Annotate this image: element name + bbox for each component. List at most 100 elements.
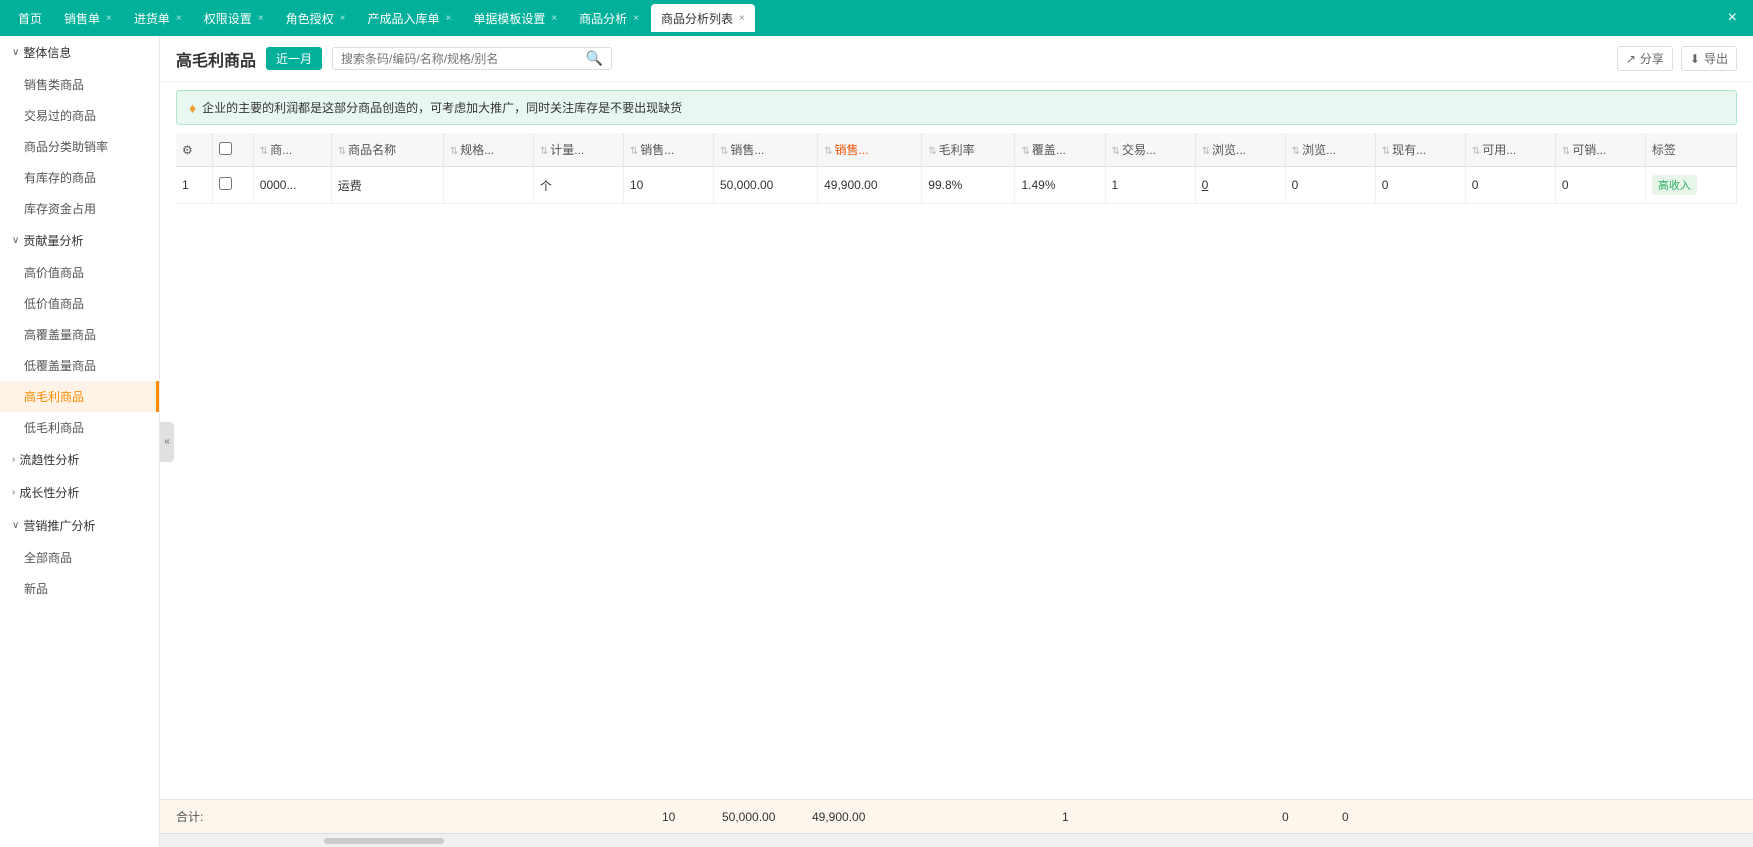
- select-all-checkbox[interactable]: [219, 142, 232, 155]
- top-navigation: 首页 销售单 × 进货单 × 权限设置 × 角色授权 × 产成品入库单 × 单据…: [0, 0, 1753, 36]
- page-title: 高毛利商品: [176, 47, 256, 71]
- nav-tab-home[interactable]: 首页: [8, 4, 52, 32]
- sidebar-item-traded-goods[interactable]: 交易过的商品: [0, 100, 159, 131]
- cell-tag: 高收入: [1645, 167, 1736, 204]
- cell-name: 运费: [331, 167, 443, 204]
- col-gross-margin[interactable]: ⇅毛利率: [922, 133, 1015, 167]
- sidebar-group-contribution[interactable]: ∨ 贡献量分析: [0, 224, 159, 257]
- sidebar-item-high-coverage[interactable]: 高覆盖量商品: [0, 319, 159, 350]
- tag-badge: 高收入: [1652, 175, 1697, 195]
- nav-tab-analytics-list[interactable]: 商品分析列表 ×: [651, 4, 755, 32]
- cell-checkbox[interactable]: [213, 167, 254, 204]
- info-banner-text: 企业的主要的利润都是这部分商品创造的，可考虑加大推广，同时关注库存是不要出现缺货: [202, 99, 682, 116]
- close-sales-tab[interactable]: ×: [106, 13, 112, 24]
- cell-sellable-stock: 0: [1555, 167, 1645, 204]
- col-name[interactable]: ⇅商品名称: [331, 133, 443, 167]
- cell-coverage: 1.49%: [1015, 167, 1105, 204]
- footer-sales-qty-val: 10: [656, 810, 716, 824]
- close-finished-tab[interactable]: ×: [445, 13, 451, 24]
- close-templates-tab[interactable]: ×: [551, 13, 557, 24]
- col-tag[interactable]: 标签: [1645, 133, 1736, 167]
- sidebar-item-low-coverage[interactable]: 低覆盖量商品: [0, 350, 159, 381]
- cell-sales-qty: 10: [623, 167, 713, 204]
- nav-tab-templates[interactable]: 单据模板设置 ×: [463, 4, 567, 32]
- close-analytics-tab[interactable]: ×: [633, 13, 639, 24]
- search-box[interactable]: 🔍: [332, 47, 612, 70]
- cell-transaction: 1: [1105, 167, 1195, 204]
- table-header-row: ⚙ ⇅商... ⇅商品名称 ⇅规格... ⇅计量... ⇅销售... ⇅销售..…: [176, 133, 1737, 167]
- chevron-right-icon: ›: [12, 454, 15, 465]
- chevron-down-icon: ∨: [12, 47, 19, 58]
- toggle-sidebar-button[interactable]: «: [160, 422, 174, 462]
- cell-gross-margin: 99.8%: [922, 167, 1015, 204]
- col-browse1[interactable]: ⇅浏览...: [1195, 133, 1285, 167]
- cell-available-stock: 0: [1465, 167, 1555, 204]
- cell-spec: [443, 167, 533, 204]
- sidebar-item-high-value[interactable]: 高价值商品: [0, 257, 159, 288]
- export-button[interactable]: ⬇ 导出: [1681, 46, 1737, 71]
- close-purchase-tab[interactable]: ×: [176, 13, 182, 24]
- horizontal-scrollbar[interactable]: [324, 838, 444, 844]
- cell-browse1[interactable]: 0: [1195, 167, 1285, 204]
- col-transaction[interactable]: ⇅交易...: [1105, 133, 1195, 167]
- cell-sales-profit: 49,900.00: [818, 167, 922, 204]
- col-sales-amount[interactable]: ⇅销售...: [713, 133, 817, 167]
- col-browse2[interactable]: ⇅浏览...: [1285, 133, 1375, 167]
- sidebar-item-sales-goods[interactable]: 销售类商品: [0, 69, 159, 100]
- search-icon[interactable]: 🔍: [586, 50, 603, 67]
- col-code[interactable]: ⇅商...: [253, 133, 331, 167]
- sidebar-item-all-goods[interactable]: 全部商品: [0, 542, 159, 573]
- col-settings[interactable]: ⚙: [176, 133, 213, 167]
- nav-tab-roles[interactable]: 角色授权 ×: [276, 4, 356, 32]
- table-container: ⚙ ⇅商... ⇅商品名称 ⇅规格... ⇅计量... ⇅销售... ⇅销售..…: [176, 133, 1737, 799]
- footer-available-stock-val: 0: [1336, 810, 1396, 824]
- sidebar-item-high-margin[interactable]: 高毛利商品: [0, 381, 159, 412]
- close-analytics-list-tab[interactable]: ×: [739, 13, 745, 24]
- filter-recent-month-button[interactable]: 近一月: [266, 47, 322, 70]
- chevron-down-icon-3: ∨: [12, 520, 19, 531]
- sidebar-item-stock-capital[interactable]: 库存资金占用: [0, 193, 159, 224]
- share-button[interactable]: ↗ 分享: [1617, 46, 1673, 71]
- cell-unit: 个: [533, 167, 623, 204]
- sidebar-item-new-goods[interactable]: 新品: [0, 573, 159, 604]
- close-permissions-tab[interactable]: ×: [258, 13, 264, 24]
- footer-transaction-val: 1: [1056, 810, 1116, 824]
- col-spec[interactable]: ⇅规格...: [443, 133, 533, 167]
- col-sales-qty[interactable]: ⇅销售...: [623, 133, 713, 167]
- footer-label: 合计:: [176, 808, 336, 825]
- sidebar-item-low-value[interactable]: 低价值商品: [0, 288, 159, 319]
- chevron-right-icon-2: ›: [12, 487, 15, 498]
- info-icon: ♦: [189, 100, 196, 116]
- sidebar: ∨ 整体信息 销售类商品 交易过的商品 商品分类助销率 有库存的商品 库存资金占…: [0, 36, 160, 847]
- nav-tab-analytics[interactable]: 商品分析 ×: [569, 4, 649, 32]
- export-icon: ⬇: [1690, 52, 1700, 66]
- scroll-bar-area: [160, 833, 1753, 847]
- nav-tab-finished-goods[interactable]: 产成品入库单 ×: [357, 4, 461, 32]
- chevron-down-icon-2: ∨: [12, 235, 19, 246]
- col-sales-profit[interactable]: ⇅销售...: [818, 133, 922, 167]
- sidebar-wrapper: ∨ 整体信息 销售类商品 交易过的商品 商品分类助销率 有库存的商品 库存资金占…: [0, 36, 160, 847]
- nav-tab-permissions[interactable]: 权限设置 ×: [194, 4, 274, 32]
- sidebar-group-marketing[interactable]: ∨ 营销推广分析: [0, 509, 159, 542]
- table-row: 1 0000... 运费 个 10 50,000.00 49,900.00 99…: [176, 167, 1737, 204]
- col-checkbox[interactable]: [213, 133, 254, 167]
- main-layout: ∨ 整体信息 销售类商品 交易过的商品 商品分类助销率 有库存的商品 库存资金占…: [0, 36, 1753, 847]
- nav-tab-sales[interactable]: 销售单 ×: [54, 4, 122, 32]
- sidebar-group-flow[interactable]: › 流趋性分析: [0, 443, 159, 476]
- sidebar-item-stocked-goods[interactable]: 有库存的商品: [0, 162, 159, 193]
- share-icon: ↗: [1626, 52, 1636, 66]
- col-coverage[interactable]: ⇅覆盖...: [1015, 133, 1105, 167]
- col-sellable-stock[interactable]: ⇅可销...: [1555, 133, 1645, 167]
- sidebar-item-low-margin[interactable]: 低毛利商品: [0, 412, 159, 443]
- sidebar-item-category-assist[interactable]: 商品分类助销率: [0, 131, 159, 162]
- close-all-tabs[interactable]: ×: [1720, 9, 1745, 27]
- search-input[interactable]: [341, 52, 582, 66]
- nav-tab-purchase[interactable]: 进货单 ×: [124, 4, 192, 32]
- row-checkbox[interactable]: [219, 177, 232, 190]
- sidebar-group-overview[interactable]: ∨ 整体信息: [0, 36, 159, 69]
- close-roles-tab[interactable]: ×: [340, 13, 346, 24]
- col-available-stock[interactable]: ⇅可用...: [1465, 133, 1555, 167]
- col-unit[interactable]: ⇅计量...: [533, 133, 623, 167]
- sidebar-group-growth[interactable]: › 成长性分析: [0, 476, 159, 509]
- col-current-stock[interactable]: ⇅现有...: [1375, 133, 1465, 167]
